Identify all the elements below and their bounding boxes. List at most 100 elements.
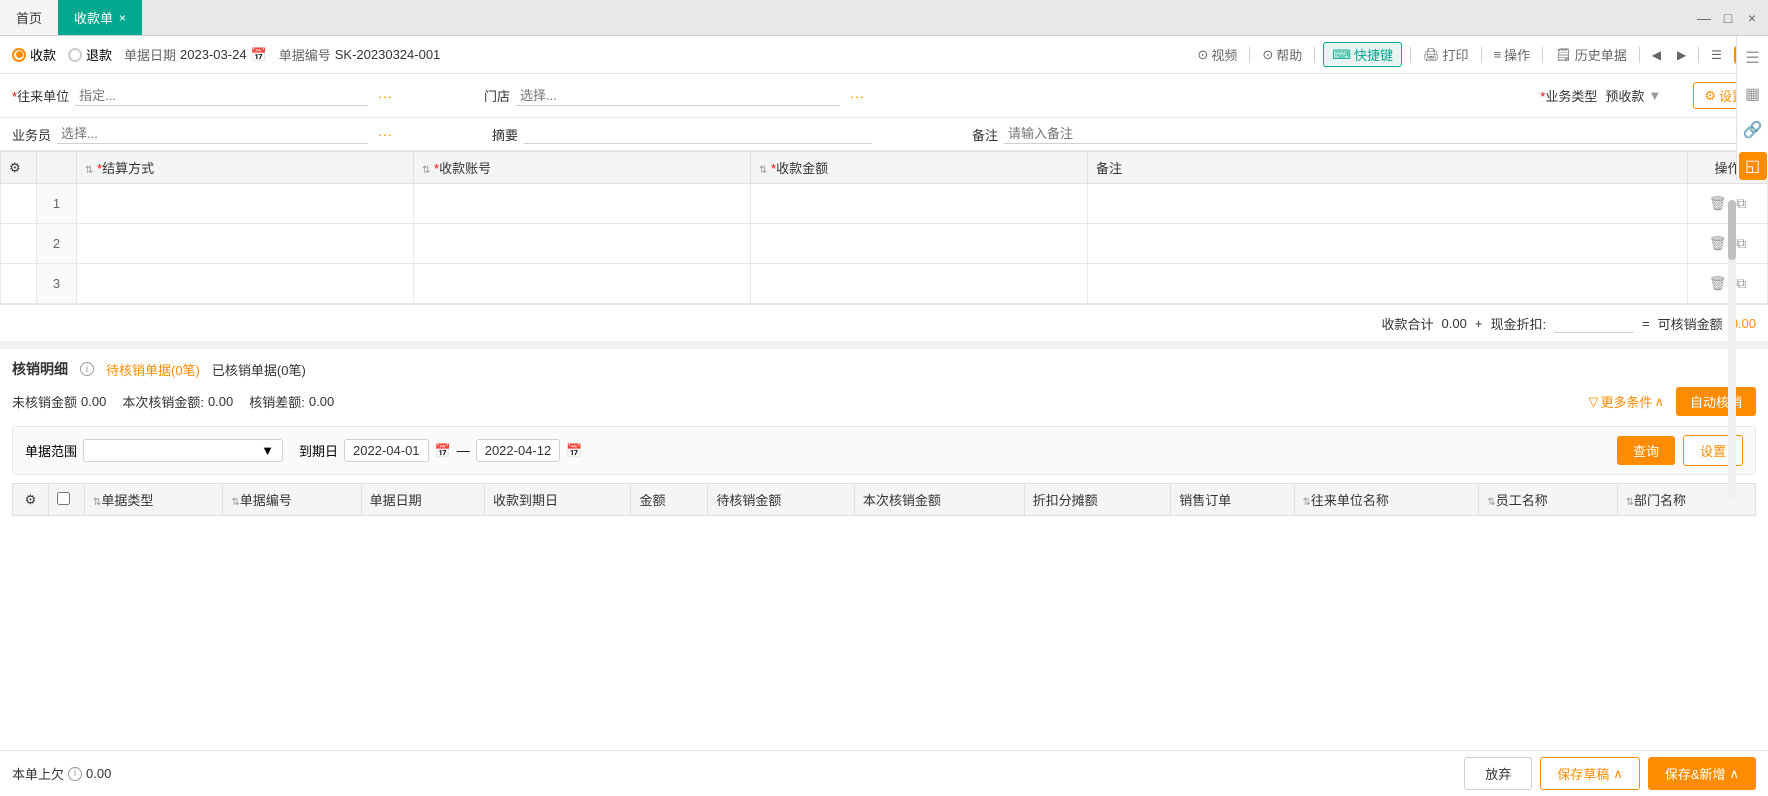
business-type-select[interactable]: 预收款 ▼ — [1605, 86, 1685, 105]
divider5 — [1542, 47, 1543, 63]
abandon-btn[interactable]: 放弃 — [1464, 757, 1532, 790]
store-input[interactable] — [516, 86, 840, 106]
reconcile-table: ⚙ ⇅单据类型 ⇅单据编号 单据日期 — [12, 483, 1756, 516]
due-date-to[interactable]: 2022-04-12 — [476, 439, 561, 462]
right-panel: ☰ ▦ 🔗 ◱ — [1736, 36, 1768, 180]
store-more-icon[interactable]: ··· — [850, 88, 864, 104]
tab-receipt[interactable]: 收款单 × — [58, 0, 142, 35]
table-settings-header[interactable]: ⚙ — [1, 152, 37, 184]
save-draft-label: 保存草稿 — [1557, 764, 1609, 783]
save-draft-btn[interactable]: 保存草稿 ∧ — [1540, 757, 1640, 790]
done-tab[interactable]: 已核销单据(0笔) — [212, 360, 306, 379]
td-amount-3[interactable] — [751, 264, 1088, 304]
operate-btn[interactable]: ≡ 操作 — [1490, 43, 1535, 66]
receivable-label: 可核销金额 — [1658, 314, 1723, 333]
scroll-track[interactable] — [1728, 200, 1736, 500]
print-btn[interactable]: 🖨 打印 — [1419, 43, 1473, 66]
th-account: ⇅ *收款账号 — [414, 152, 751, 184]
td-settlement-3[interactable] — [77, 264, 414, 304]
date-value[interactable]: 2023-03-24 — [180, 47, 247, 62]
td-account-2[interactable] — [414, 224, 751, 264]
current-amount: 本次核销金额: 0.00 — [122, 392, 233, 411]
tab-home[interactable]: 首页 — [0, 0, 58, 35]
remark-input[interactable] — [1004, 124, 1756, 144]
rth-doc-type: ⇅单据类型 — [85, 484, 223, 516]
rth-doc-num: ⇅单据编号 — [223, 484, 361, 516]
counterpart-input[interactable] — [75, 86, 368, 106]
info-circle[interactable]: i — [68, 767, 82, 781]
rth-pending: 待核销金额 — [708, 484, 855, 516]
copy-icon-3[interactable]: ⧉ — [1736, 275, 1746, 291]
history-label: 历史单据 — [1575, 45, 1627, 64]
maximize-btn[interactable]: □ — [1720, 10, 1736, 26]
delete-icon-1[interactable]: 🗑 — [1709, 195, 1727, 211]
radio-refund[interactable]: 退款 — [68, 45, 112, 64]
table-row: 1 🗑 ⧉ — [1, 184, 1768, 224]
copy-icon-2[interactable]: ⧉ — [1736, 235, 1746, 251]
video-btn[interactable]: ⊙ 视频 — [1193, 43, 1241, 66]
pending-tab[interactable]: 待核销单据(0笔) — [106, 360, 200, 379]
nav-prev-btn[interactable]: ◀ — [1648, 46, 1665, 64]
minimize-btn[interactable]: — — [1696, 10, 1712, 26]
td-amount-1[interactable] — [751, 184, 1088, 224]
td-remark-3[interactable] — [1088, 264, 1688, 304]
rth-settings[interactable]: ⚙ — [13, 484, 49, 516]
due-date-from[interactable]: 2022-04-01 — [344, 439, 429, 462]
store-label: 门店 — [484, 86, 510, 105]
query-btn[interactable]: 查询 — [1617, 436, 1675, 465]
more-conditions-btn[interactable]: ▽ 更多条件 ∧ — [1588, 392, 1664, 411]
nav-next-btn[interactable]: ▶ — [1673, 46, 1690, 64]
help-icon: ⊙ — [1262, 47, 1273, 63]
help-btn[interactable]: ⊙ 帮助 — [1258, 43, 1306, 66]
panel-icon-4[interactable]: ◱ — [1739, 152, 1767, 180]
td-row-1: 1 — [37, 184, 77, 224]
staff-more-icon[interactable]: ··· — [378, 126, 392, 142]
save-new-btn[interactable]: 保存&新增 ∧ — [1648, 757, 1756, 790]
date-range-field: 到期日 2022-04-01 📅 — 2022-04-12 📅 — [299, 439, 582, 462]
auto-reconcile-btn[interactable]: 自动核销 — [1676, 387, 1756, 416]
diff-amount: 核销差额: 0.00 — [249, 392, 334, 411]
staff-input[interactable] — [57, 124, 368, 144]
td-account-1[interactable] — [414, 184, 751, 224]
history-btn[interactable]: 🗒 历史单据 — [1551, 43, 1631, 66]
rth-amount: 金额 — [631, 484, 708, 516]
plus-sign: + — [1475, 316, 1483, 331]
td-settlement-2[interactable] — [77, 224, 414, 264]
tab-close-icon[interactable]: × — [119, 11, 126, 25]
select-all-checkbox[interactable] — [57, 492, 70, 505]
td-amount-2[interactable] — [751, 224, 1088, 264]
save-new-label: 保存&新增 — [1665, 764, 1726, 783]
td-remark-1[interactable] — [1088, 184, 1688, 224]
date-label: 单据日期 — [124, 45, 176, 64]
toolbar-right: ⊙ 视频 ⊙ 帮助 ⌨ 快捷键 🖨 打印 ≡ 操作 — [1193, 42, 1756, 67]
calendar-from-icon[interactable]: 📅 — [435, 443, 451, 459]
counterpart-more-icon[interactable]: ··· — [378, 88, 392, 104]
shortcut-btn[interactable]: ⌨ 快捷键 — [1323, 42, 1402, 67]
range-select[interactable]: ▼ — [83, 439, 283, 462]
scroll-thumb[interactable] — [1728, 200, 1736, 260]
panel-icon-2[interactable]: ▦ — [1739, 80, 1767, 108]
rth-current: 本次核销金额 — [854, 484, 1024, 516]
close-btn[interactable]: × — [1744, 10, 1760, 26]
summary-input[interactable] — [524, 124, 872, 144]
operate-icon: ≡ — [1494, 47, 1502, 62]
td-empty2 — [1, 224, 37, 264]
bottom-info: 本单上欠 i 0.00 — [12, 764, 111, 783]
delete-icon-2[interactable]: 🗑 — [1709, 235, 1727, 251]
panel-icon-1[interactable]: ☰ — [1739, 44, 1767, 72]
calendar-icon[interactable]: 📅 — [251, 47, 267, 63]
reconcile-info-icon[interactable]: i — [80, 362, 94, 376]
main-content: 收款 退款 单据日期 2023-03-24 📅 单据编号 SK-20230324… — [0, 36, 1768, 796]
td-settlement-1[interactable] — [77, 184, 414, 224]
rth-counterpart: ⇅往来单位名称 — [1294, 484, 1479, 516]
list-view-btn[interactable]: ☰ — [1707, 46, 1726, 64]
discount-input[interactable] — [1554, 313, 1634, 333]
radio-receipt[interactable]: 收款 — [12, 45, 56, 64]
td-remark-2[interactable] — [1088, 224, 1688, 264]
doc-num-value: SK-20230324-001 — [335, 47, 441, 62]
delete-icon-3[interactable]: 🗑 — [1709, 275, 1727, 291]
copy-icon-1[interactable]: ⧉ — [1736, 195, 1746, 211]
calendar-to-icon[interactable]: 📅 — [566, 443, 582, 459]
td-account-3[interactable] — [414, 264, 751, 304]
panel-icon-3[interactable]: 🔗 — [1739, 116, 1767, 144]
